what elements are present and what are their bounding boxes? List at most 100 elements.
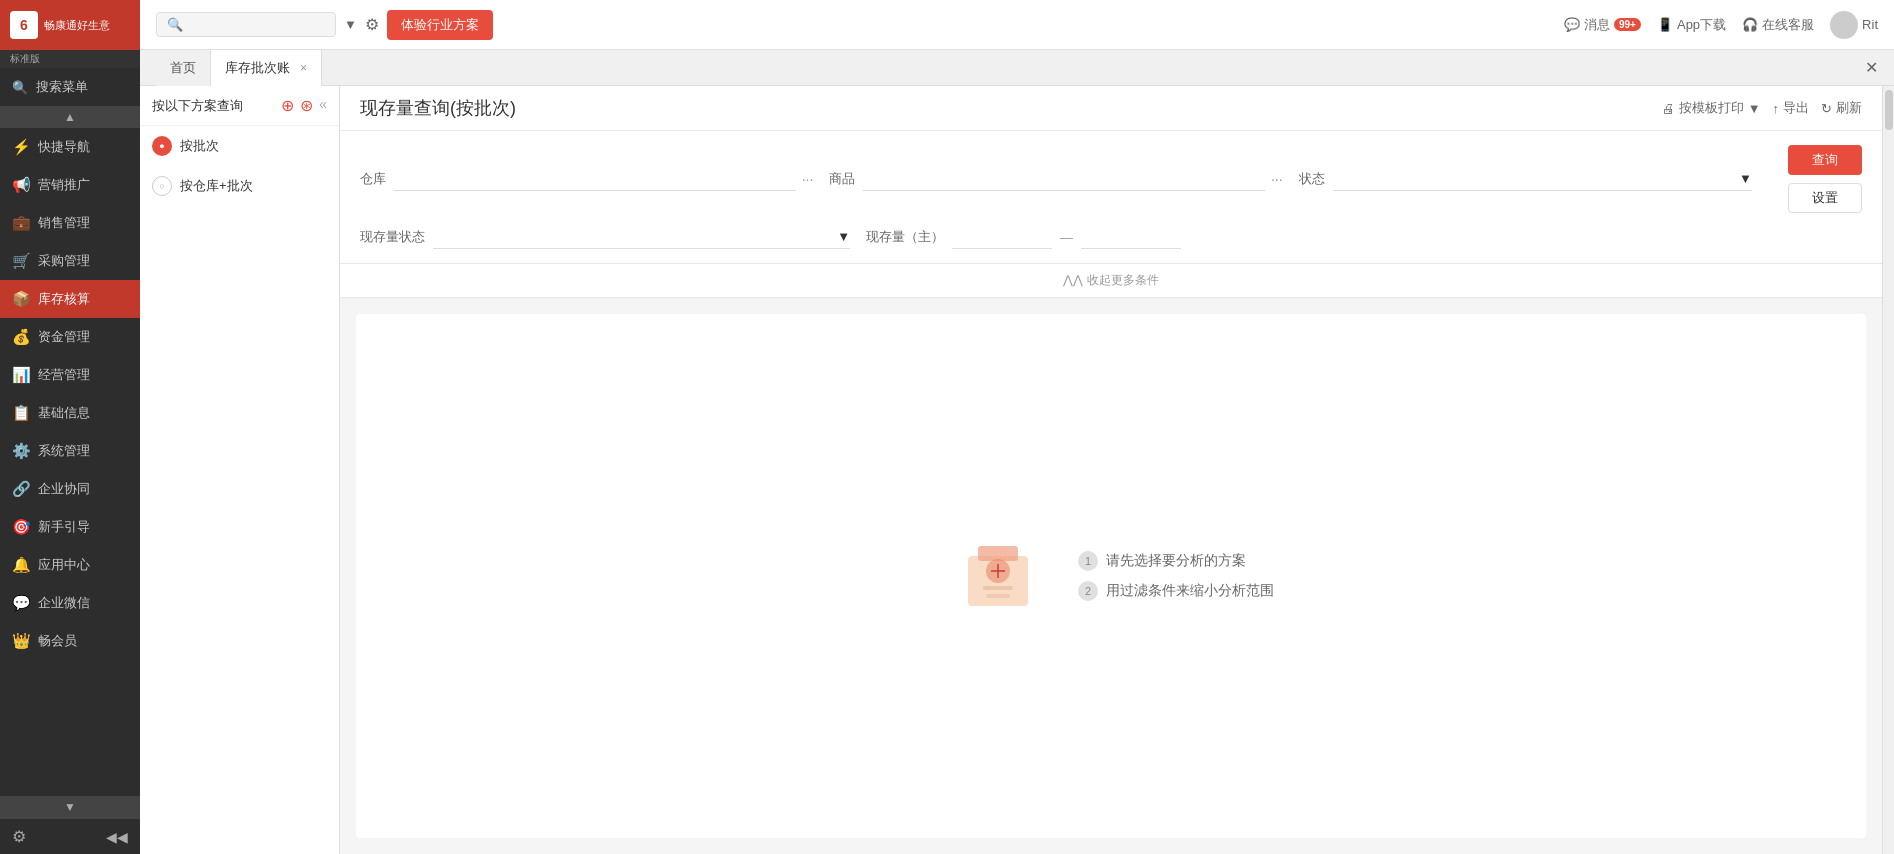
sidebar-item-new-guide[interactable]: 🎯 新手引导 [0,508,140,546]
wechat-icon: 💬 [12,594,30,612]
search-icon: 🔍 [12,80,28,95]
filter-actions: 查询 设置 [1788,145,1862,213]
app-logo: 6 [10,11,38,39]
empty-hint-2: 2 用过滤条件来缩小分析范围 [1078,581,1274,601]
sidebar-item-basic-info[interactable]: 📋 基础信息 [0,394,140,432]
scroll-down-btn[interactable]: ▼ [0,796,140,818]
service-icon: 🎧 [1742,17,1758,32]
empty-hint-2-text: 用过滤条件来缩小分析范围 [1106,582,1274,600]
topbar-left: 🔍 ▼ ⚙ 体验行业方案 [156,10,1554,40]
inventory-icon: 📦 [12,290,30,308]
sidebar: 6 畅康通好生意 标准版 🔍 搜索菜单 ▲ ⚡ 快捷导航 📢 营销推广 💼 销售… [0,0,140,854]
stock-qty-filter: 现存量（主） — [866,225,1356,249]
sidebar-item-wechat[interactable]: 💬 企业微信 [0,584,140,622]
sidebar-item-quick-nav[interactable]: ⚡ 快捷导航 [0,128,140,166]
stock-status-select[interactable]: ▼ [433,225,850,249]
stock-qty-to-input[interactable] [1081,225,1181,249]
messages-badge: 99+ [1614,18,1641,31]
tab-close-icon[interactable]: × [300,61,307,75]
right-panel: 现存量查询(按批次) 🖨 按模板打印 ▼ ↑ 导出 ↻ 刷新 [340,86,1882,854]
scheme-item-by-warehouse-batch[interactable]: ○ 按仓库+批次 [140,166,339,206]
message-icon: 💬 [1564,17,1580,32]
sidebar-item-sys-manage[interactable]: ⚙️ 系统管理 [0,432,140,470]
product-more-icon[interactable]: ··· [1271,171,1283,187]
page-header: 现存量查询(按批次) 🖨 按模板打印 ▼ ↑ 导出 ↻ 刷新 [340,86,1882,131]
settings-button[interactable]: 设置 [1788,183,1862,213]
product-filter: 商品 ··· [829,167,1282,191]
finance-icon: 💰 [12,328,30,346]
step-circle-2: 2 [1078,581,1098,601]
empty-hint-1-text: 请先选择要分析的方案 [1106,552,1246,570]
topbar-gear-icon[interactable]: ⚙ [365,15,379,34]
main-content: 🔍 ▼ ⚙ 体验行业方案 💬 消息 99+ 📱 App下载 🎧 在线客服 [140,0,1894,854]
collapse-bar[interactable]: ⋀⋀ 收起更多条件 [340,264,1882,298]
nav-list: ⚡ 快捷导航 📢 营销推广 💼 销售管理 🛒 采购管理 📦 库存核算 💰 资金管… [0,128,140,796]
svg-rect-5 [983,586,1013,590]
operations-icon: 📊 [12,366,30,384]
experience-btn[interactable]: 体验行业方案 [387,10,493,40]
sidebar-item-inventory[interactable]: 📦 库存核算 [0,280,140,318]
scheme-red-icon: ● [152,136,172,156]
close-panel-icon[interactable]: ✕ [1849,58,1894,77]
topbar: 🔍 ▼ ⚙ 体验行业方案 💬 消息 99+ 📱 App下载 🎧 在线客服 [140,0,1894,50]
sidebar-item-app-center[interactable]: 🔔 应用中心 [0,546,140,584]
user-avatar-area[interactable]: Rit [1830,11,1878,39]
tab-home[interactable]: 首页 [156,50,211,86]
left-panel-icons: ⊕ ⊛ « [281,96,327,115]
sidebar-item-vip[interactable]: 👑 畅会员 [0,622,140,660]
sidebar-item-sales[interactable]: 💼 销售管理 [0,204,140,242]
svg-rect-1 [978,546,1018,561]
sidebar-item-marketing[interactable]: 📢 营销推广 [0,166,140,204]
stock-status-label: 现存量状态 [360,228,425,246]
sidebar-item-finance[interactable]: 💰 资金管理 [0,318,140,356]
sidebar-item-enterprise[interactable]: 🔗 企业协同 [0,470,140,508]
vip-icon: 👑 [12,632,30,650]
messages-btn[interactable]: 💬 消息 99+ [1564,16,1641,34]
empty-state: 1 请先选择要分析的方案 2 用过滤条件来缩小分析范围 [356,314,1866,838]
topbar-search-box[interactable]: 🔍 [156,12,336,37]
settings-scheme-icon[interactable]: ⊛ [300,96,313,115]
product-label: 商品 [829,170,855,188]
product-input[interactable] [863,167,1265,191]
left-panel-header: 按以下方案查询 ⊕ ⊛ « [140,86,339,126]
page-title: 现存量查询(按批次) [360,96,516,120]
warehouse-input[interactable] [394,167,796,191]
settings-icon[interactable]: ⚙ [12,827,26,846]
sys-manage-icon: ⚙️ [12,442,30,460]
stock-qty-from-input[interactable] [952,225,1052,249]
stock-status-dropdown-icon: ▼ [837,229,850,244]
scheme-label-by-warehouse-batch: 按仓库+批次 [180,177,253,195]
search-menu[interactable]: 🔍 搜索菜单 [0,68,140,106]
status-select[interactable]: ▼ [1333,167,1752,191]
collapse-panel-icon[interactable]: « [319,96,327,115]
purchase-icon: 🛒 [12,252,30,270]
status-dropdown-icon: ▼ [1739,171,1752,186]
online-service-btn[interactable]: 🎧 在线客服 [1742,16,1814,34]
left-panel-title: 按以下方案查询 [152,97,243,115]
status-filter: 状态 ▼ [1299,167,1752,191]
query-button[interactable]: 查询 [1788,145,1862,175]
add-scheme-icon[interactable]: ⊕ [281,96,294,115]
topbar-dropdown-icon[interactable]: ▼ [344,17,357,32]
sidebar-footer: ⚙ ◀◀ [0,818,140,854]
print-dropdown-icon[interactable]: ▼ [1748,101,1761,116]
empty-hints: 1 请先选择要分析的方案 2 用过滤条件来缩小分析范围 [1078,551,1274,601]
warehouse-filter: 仓库 ··· [360,167,813,191]
sidebar-item-purchase[interactable]: 🛒 采购管理 [0,242,140,280]
tab-inventory-batch[interactable]: 库存批次账 × [211,50,322,86]
collapse-sidebar-icon[interactable]: ◀◀ [106,829,128,845]
app-download-btn[interactable]: 📱 App下载 [1657,16,1726,34]
scheme-item-by-batch[interactable]: ● 按批次 [140,126,339,166]
sidebar-item-operations[interactable]: 📊 经营管理 [0,356,140,394]
sidebar-header: 6 畅康通好生意 [0,0,140,50]
scroll-thumb[interactable] [1885,90,1893,130]
scroll-up-btn[interactable]: ▲ [0,106,140,128]
print-btn[interactable]: 🖨 按模板打印 ▼ [1662,99,1761,117]
export-btn[interactable]: ↑ 导出 [1773,99,1810,117]
filter-row-1: 仓库 ··· 商品 ··· 状态 ▼ [360,145,1862,213]
download-icon: 📱 [1657,17,1673,32]
app-edition: 标准版 [0,50,140,68]
warehouse-more-icon[interactable]: ··· [802,171,814,187]
new-guide-icon: 🎯 [12,518,30,536]
refresh-btn[interactable]: ↻ 刷新 [1821,99,1862,117]
